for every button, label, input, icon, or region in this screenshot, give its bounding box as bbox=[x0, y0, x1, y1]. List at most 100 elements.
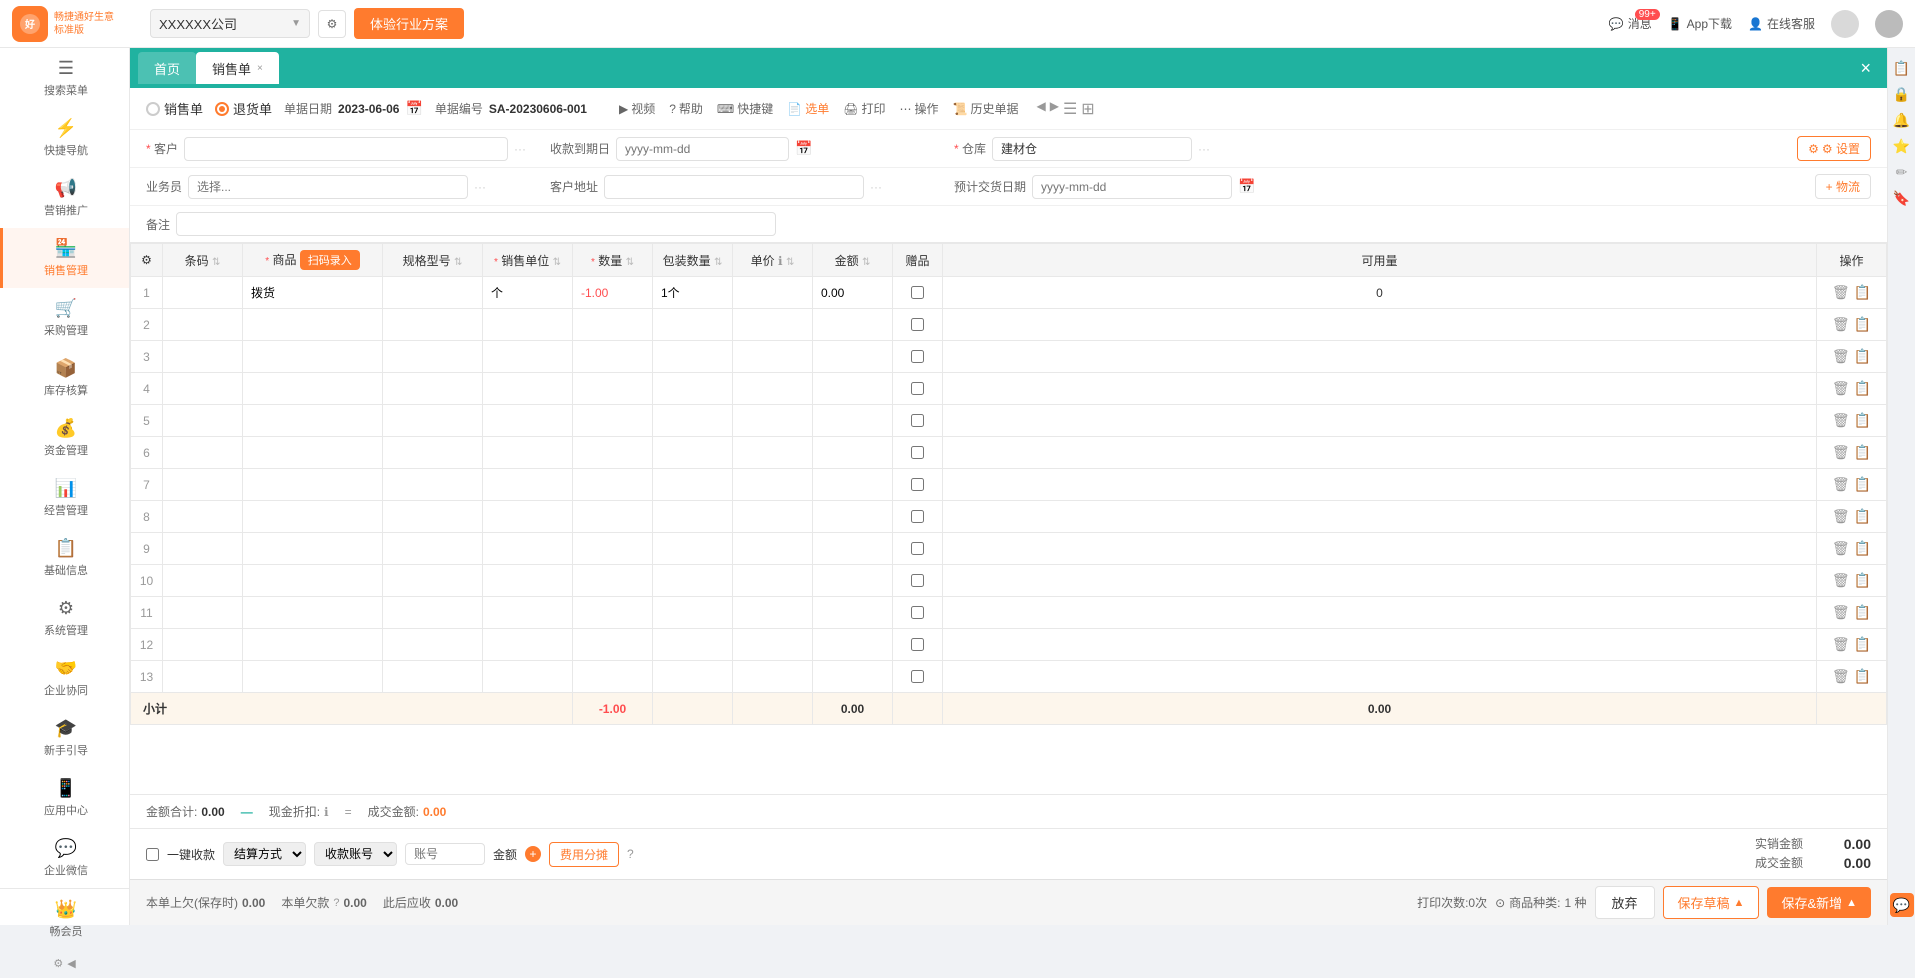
row-price[interactable] bbox=[733, 501, 813, 533]
row-qty[interactable] bbox=[573, 309, 653, 341]
row-amount[interactable] bbox=[813, 661, 893, 693]
row-price[interactable] bbox=[733, 565, 813, 597]
delete-icon[interactable]: 🗑 bbox=[1832, 636, 1850, 653]
row-unit[interactable] bbox=[483, 629, 573, 661]
row-qty[interactable] bbox=[573, 565, 653, 597]
payment-calendar-icon[interactable]: 📅 bbox=[795, 140, 812, 157]
row-price[interactable] bbox=[733, 309, 813, 341]
copy-icon[interactable]: 📋 bbox=[1854, 636, 1871, 653]
video-button[interactable]: ▶ 视频 bbox=[615, 98, 659, 119]
save-draft-button[interactable]: 保存草稿 ▲ bbox=[1663, 886, 1760, 919]
row-price[interactable] bbox=[733, 373, 813, 405]
row-product[interactable] bbox=[243, 437, 383, 469]
row-pkg-qty[interactable] bbox=[653, 501, 733, 533]
row-product[interactable] bbox=[243, 469, 383, 501]
row-price[interactable] bbox=[733, 661, 813, 693]
sidebar-item-purchase[interactable]: 🛒 采购管理 bbox=[0, 288, 129, 348]
actions-button[interactable]: ⋯ 操作 bbox=[895, 98, 942, 119]
copy-icon[interactable]: 📋 bbox=[1854, 316, 1871, 333]
delete-icon[interactable]: 🗑 bbox=[1832, 348, 1850, 365]
address-more-icon[interactable]: ··· bbox=[870, 180, 882, 194]
spec-sort-icon[interactable]: ⇅ bbox=[454, 257, 462, 268]
expected-calendar-icon[interactable]: 📅 bbox=[1238, 178, 1255, 195]
expected-date-input[interactable] bbox=[1032, 175, 1232, 199]
payment-date-input[interactable] bbox=[616, 137, 789, 161]
row-spec[interactable] bbox=[383, 501, 483, 533]
sidebar-item-quick-nav[interactable]: ⚡ 快捷导航 bbox=[0, 108, 129, 168]
row-barcode[interactable] bbox=[163, 309, 243, 341]
row-barcode[interactable] bbox=[163, 405, 243, 437]
delete-icon[interactable]: 🗑 bbox=[1832, 284, 1850, 301]
trial-button[interactable]: 体验行业方案 bbox=[354, 8, 464, 39]
row-product[interactable] bbox=[243, 405, 383, 437]
sidebar-item-apps[interactable]: 📱 应用中心 bbox=[0, 768, 129, 828]
salesperson-more-icon[interactable]: ··· bbox=[474, 180, 486, 194]
row-gift[interactable] bbox=[893, 501, 943, 533]
row-spec[interactable] bbox=[383, 661, 483, 693]
row-amount[interactable] bbox=[813, 277, 893, 309]
row-gift[interactable] bbox=[893, 597, 943, 629]
row-unit[interactable] bbox=[483, 277, 573, 309]
row-qty[interactable] bbox=[573, 341, 653, 373]
row-qty[interactable] bbox=[573, 501, 653, 533]
sidebar-item-enterprise[interactable]: 🤝 企业协同 bbox=[0, 648, 129, 708]
right-panel-lock-icon[interactable]: 🔒 bbox=[1890, 82, 1914, 106]
window-close-button[interactable]: × bbox=[1852, 58, 1879, 79]
row-gift[interactable] bbox=[893, 629, 943, 661]
row-gift[interactable] bbox=[893, 405, 943, 437]
company-selector[interactable]: XXXXXX公司 ▼ bbox=[150, 9, 310, 38]
row-unit[interactable] bbox=[483, 565, 573, 597]
row-unit[interactable] bbox=[483, 373, 573, 405]
copy-icon[interactable]: 📋 bbox=[1854, 540, 1871, 557]
row-gift[interactable] bbox=[893, 565, 943, 597]
right-panel-star-icon[interactable]: ⭐ bbox=[1890, 134, 1914, 158]
prev-record-button[interactable]: ◀ bbox=[1036, 99, 1045, 119]
row-price[interactable] bbox=[733, 277, 813, 309]
row-barcode[interactable] bbox=[163, 469, 243, 501]
app-download-button[interactable]: 📱 App下载 bbox=[1668, 15, 1732, 32]
delete-icon[interactable]: 🗑 bbox=[1832, 668, 1850, 685]
delete-icon[interactable]: 🗑 bbox=[1832, 380, 1850, 397]
right-panel-active-icon[interactable]: 💬 bbox=[1890, 893, 1914, 917]
payment-amount-input[interactable] bbox=[405, 843, 485, 865]
sales-radio[interactable]: 销售单 bbox=[146, 99, 203, 118]
row-unit[interactable] bbox=[483, 405, 573, 437]
online-support-button[interactable]: 👤 在线客服 bbox=[1748, 15, 1815, 32]
row-spec[interactable] bbox=[383, 597, 483, 629]
row-spec[interactable] bbox=[383, 277, 483, 309]
qty-sort-icon[interactable]: ⇅ bbox=[626, 257, 634, 268]
row-amount[interactable] bbox=[813, 309, 893, 341]
row-barcode[interactable] bbox=[163, 501, 243, 533]
row-amount[interactable] bbox=[813, 469, 893, 501]
sidebar-item-basic-info[interactable]: 📋 基础信息 bbox=[0, 528, 129, 588]
salesperson-input[interactable] bbox=[188, 175, 468, 199]
calendar-icon[interactable]: 📅 bbox=[405, 100, 422, 117]
copy-icon[interactable]: 📋 bbox=[1854, 444, 1871, 461]
row-unit[interactable] bbox=[483, 469, 573, 501]
copy-icon[interactable]: 📋 bbox=[1854, 668, 1871, 685]
abandon-button[interactable]: 放弃 bbox=[1595, 886, 1655, 919]
copy-icon[interactable]: 📋 bbox=[1854, 348, 1871, 365]
row-price[interactable] bbox=[733, 597, 813, 629]
row-price[interactable] bbox=[733, 469, 813, 501]
row-spec[interactable] bbox=[383, 629, 483, 661]
col-settings[interactable]: ⚙ bbox=[131, 244, 163, 277]
row-spec[interactable] bbox=[383, 469, 483, 501]
row-gift[interactable] bbox=[893, 341, 943, 373]
row-price[interactable] bbox=[733, 341, 813, 373]
row-barcode[interactable] bbox=[163, 437, 243, 469]
account-select[interactable]: 收款账号 bbox=[314, 842, 397, 866]
row-unit[interactable] bbox=[483, 309, 573, 341]
tab-sales-order[interactable]: 销售单 × bbox=[196, 52, 279, 84]
warehouse-input[interactable] bbox=[992, 137, 1192, 161]
row-price[interactable] bbox=[733, 629, 813, 661]
row-amount[interactable] bbox=[813, 341, 893, 373]
row-unit[interactable] bbox=[483, 501, 573, 533]
delete-icon[interactable]: 🗑 bbox=[1832, 316, 1850, 333]
barcode-sort-icon[interactable]: ⇅ bbox=[212, 257, 220, 268]
sidebar-item-marketing[interactable]: 📢 营销推广 bbox=[0, 168, 129, 228]
settlement-method-select[interactable]: 结算方式 bbox=[223, 842, 306, 866]
row-product[interactable] bbox=[243, 597, 383, 629]
right-panel-notes-icon[interactable]: 📋 bbox=[1890, 56, 1914, 80]
return-radio[interactable]: 退货单 bbox=[215, 99, 272, 118]
